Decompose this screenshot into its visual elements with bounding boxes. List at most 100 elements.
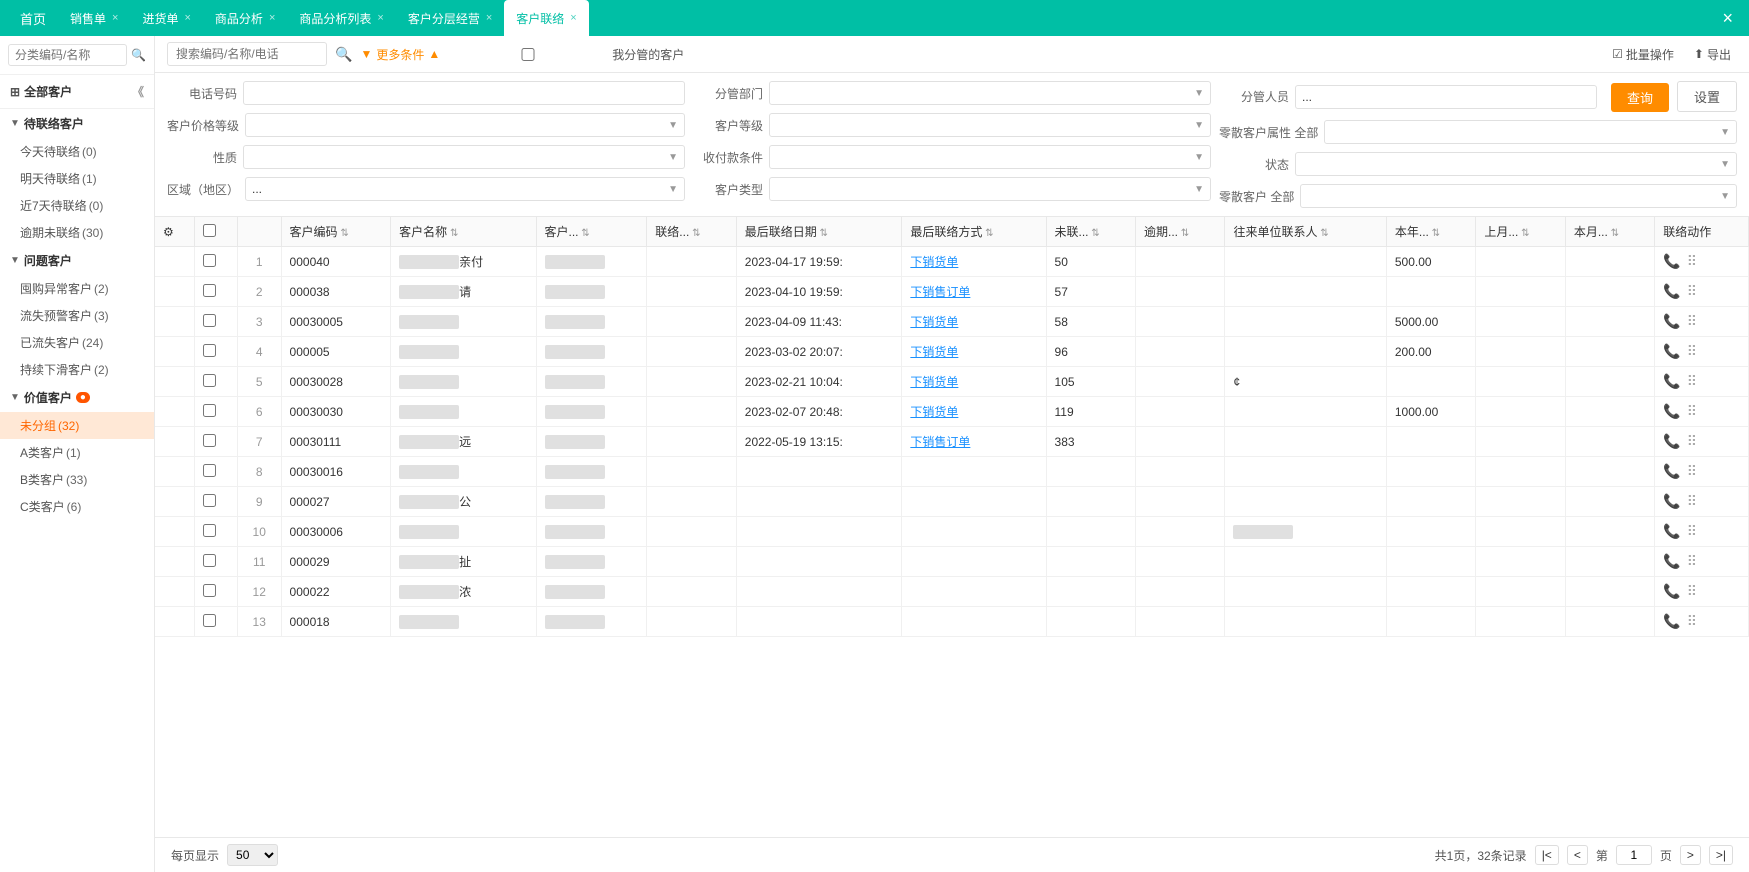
phone-action-icon[interactable]: 📞 — [1663, 373, 1680, 390]
phone-action-icon[interactable]: 📞 — [1663, 403, 1680, 420]
last-page-btn[interactable]: >| — [1709, 845, 1733, 865]
row-checkbox[interactable] — [203, 314, 216, 327]
col-last-contact-date[interactable]: 最后联络日期 — [736, 217, 902, 247]
contact-way-link[interactable]: 下销货单 — [910, 345, 958, 359]
price-tier-select[interactable]: ▼ — [245, 113, 685, 137]
more-action-icon[interactable]: ⠿ — [1687, 313, 1697, 330]
nav-customer-tier[interactable]: 客户分层经营 × — [396, 0, 504, 36]
close-sales-tab[interactable]: × — [112, 12, 118, 24]
sidebar-item-today[interactable]: 今天待联络 (0) — [0, 138, 154, 165]
phone-action-icon[interactable]: 📞 — [1663, 313, 1680, 330]
sidebar-all-customers[interactable]: ⊞ 全部客户 《 — [0, 75, 154, 109]
more-action-icon[interactable]: ⠿ — [1687, 403, 1697, 420]
phone-action-icon[interactable]: 📞 — [1663, 283, 1680, 300]
col-contact[interactable]: 联络... — [647, 217, 736, 247]
my-customers-checkbox[interactable]: 我分管的客户 — [448, 46, 684, 63]
sidebar-section-problem[interactable]: ▼ 问题客户 — [0, 246, 154, 275]
row-checkbox[interactable] — [203, 464, 216, 477]
customer-type-select[interactable]: ▼ — [769, 177, 1211, 201]
phone-input[interactable] — [243, 81, 685, 105]
row-checkbox[interactable] — [203, 254, 216, 267]
sidebar-item-overdue[interactable]: 逾期未联络 (30) — [0, 219, 154, 246]
window-close-button[interactable]: × — [1714, 8, 1741, 29]
phone-action-icon[interactable]: 📞 — [1663, 433, 1680, 450]
row-checkbox[interactable] — [203, 404, 216, 417]
payment-select[interactable]: ▼ — [769, 145, 1211, 169]
more-action-icon[interactable]: ⠿ — [1687, 493, 1697, 510]
nav-customer-contact[interactable]: 客户联络 × — [504, 0, 588, 36]
status-select[interactable]: ▼ — [1295, 152, 1737, 176]
phone-action-icon[interactable]: 📞 — [1663, 613, 1680, 630]
col-last-month[interactable]: 上月... — [1476, 217, 1565, 247]
phone-action-icon[interactable]: 📞 — [1663, 493, 1680, 510]
col-code[interactable]: 客户编码 — [281, 217, 391, 247]
close-product-analysis-tab[interactable]: × — [269, 12, 275, 24]
sidebar-item-tomorrow[interactable]: 明天待联络 (1) — [0, 165, 154, 192]
row-checkbox[interactable] — [203, 614, 216, 627]
row-checkbox[interactable] — [203, 584, 216, 597]
more-action-icon[interactable]: ⠿ — [1687, 253, 1697, 270]
nav-product-list[interactable]: 商品分析列表 × — [287, 0, 395, 36]
more-action-icon[interactable]: ⠿ — [1687, 433, 1697, 450]
col-last-contact-way[interactable]: 最后联络方式 — [902, 217, 1046, 247]
sidebar-item-warning[interactable]: 流失预警客户 (3) — [0, 302, 154, 329]
sidebar-item-class-b[interactable]: B类客户 (33) — [0, 466, 154, 493]
export-btn[interactable]: ⬆ 导出 — [1688, 43, 1737, 66]
more-action-icon[interactable]: ⠿ — [1687, 373, 1697, 390]
contact-way-link[interactable]: 下销售订单 — [910, 435, 970, 449]
retail-customer-select[interactable]: ▼ — [1300, 184, 1737, 208]
sidebar-section-value[interactable]: ▼ 价值客户 ● — [0, 383, 154, 412]
per-page-select[interactable]: 50 20 100 — [227, 844, 278, 866]
more-action-icon[interactable]: ⠿ — [1687, 343, 1697, 360]
more-action-icon[interactable]: ⠿ — [1687, 583, 1697, 600]
checkbox-cell[interactable] — [194, 247, 237, 277]
col-type[interactable]: 客户... — [536, 217, 647, 247]
my-customers-check-input[interactable] — [448, 48, 608, 61]
sidebar-item-class-c[interactable]: C类客户 (6) — [0, 493, 154, 520]
more-action-icon[interactable]: ⠿ — [1687, 523, 1697, 540]
checkbox-cell[interactable] — [194, 517, 237, 547]
checkbox-cell[interactable] — [194, 607, 237, 637]
checkbox-cell[interactable] — [194, 487, 237, 517]
more-action-icon[interactable]: ⠿ — [1687, 463, 1697, 480]
phone-action-icon[interactable]: 📞 — [1663, 523, 1680, 540]
more-conditions-btn[interactable]: ▼ 更多条件 ▲ — [360, 46, 440, 63]
close-product-list-tab[interactable]: × — [377, 12, 383, 24]
phone-action-icon[interactable]: 📞 — [1663, 553, 1680, 570]
sidebar-item-declining[interactable]: 持续下滑客户 (2) — [0, 356, 154, 383]
col-contact-person[interactable]: 往来单位联系人 — [1225, 217, 1386, 247]
checkbox-cell[interactable] — [194, 277, 237, 307]
sidebar-item-abnormal[interactable]: 囤购异常客户 (2) — [0, 275, 154, 302]
batch-op-btn[interactable]: ☑ 批量操作 — [1606, 43, 1680, 66]
row-checkbox[interactable] — [203, 344, 216, 357]
reset-button[interactable]: 设置 — [1677, 81, 1737, 112]
sidebar-item-lost[interactable]: 已流失客户 (24) — [0, 329, 154, 356]
sidebar-section-pending[interactable]: ▼ 待联络客户 — [0, 109, 154, 138]
close-customer-tier-tab[interactable]: × — [486, 12, 492, 24]
nature-select[interactable]: ▼ — [243, 145, 685, 169]
row-checkbox[interactable] — [203, 434, 216, 447]
phone-action-icon[interactable]: 📞 — [1663, 343, 1680, 360]
checkbox-cell[interactable] — [194, 547, 237, 577]
dept-select[interactable]: ▼ — [769, 81, 1211, 105]
nav-purchase[interactable]: 进货单 × — [130, 0, 202, 36]
close-purchase-tab[interactable]: × — [184, 12, 190, 24]
sidebar-item-ungroup[interactable]: 未分组 (32) — [0, 412, 154, 439]
person-select[interactable]: ... — [1295, 85, 1597, 109]
contact-way-link[interactable]: 下销售订单 — [910, 285, 970, 299]
checkbox-cell[interactable] — [194, 337, 237, 367]
col-checkbox[interactable] — [194, 217, 237, 247]
col-this-year[interactable]: 本年... — [1386, 217, 1475, 247]
more-action-icon[interactable]: ⠿ — [1687, 283, 1697, 300]
more-action-icon[interactable]: ⠿ — [1687, 613, 1697, 630]
row-checkbox[interactable] — [203, 554, 216, 567]
contact-way-link[interactable]: 下销货单 — [910, 255, 958, 269]
nav-sales[interactable]: 销售单 × — [58, 0, 130, 36]
contact-way-link[interactable]: 下销货单 — [910, 315, 958, 329]
row-checkbox[interactable] — [203, 284, 216, 297]
row-checkbox[interactable] — [203, 374, 216, 387]
checkbox-cell[interactable] — [194, 457, 237, 487]
nav-home[interactable]: 首页 — [8, 0, 58, 36]
col-overdue[interactable]: 逾期... — [1135, 217, 1224, 247]
search-input[interactable] — [167, 42, 327, 66]
